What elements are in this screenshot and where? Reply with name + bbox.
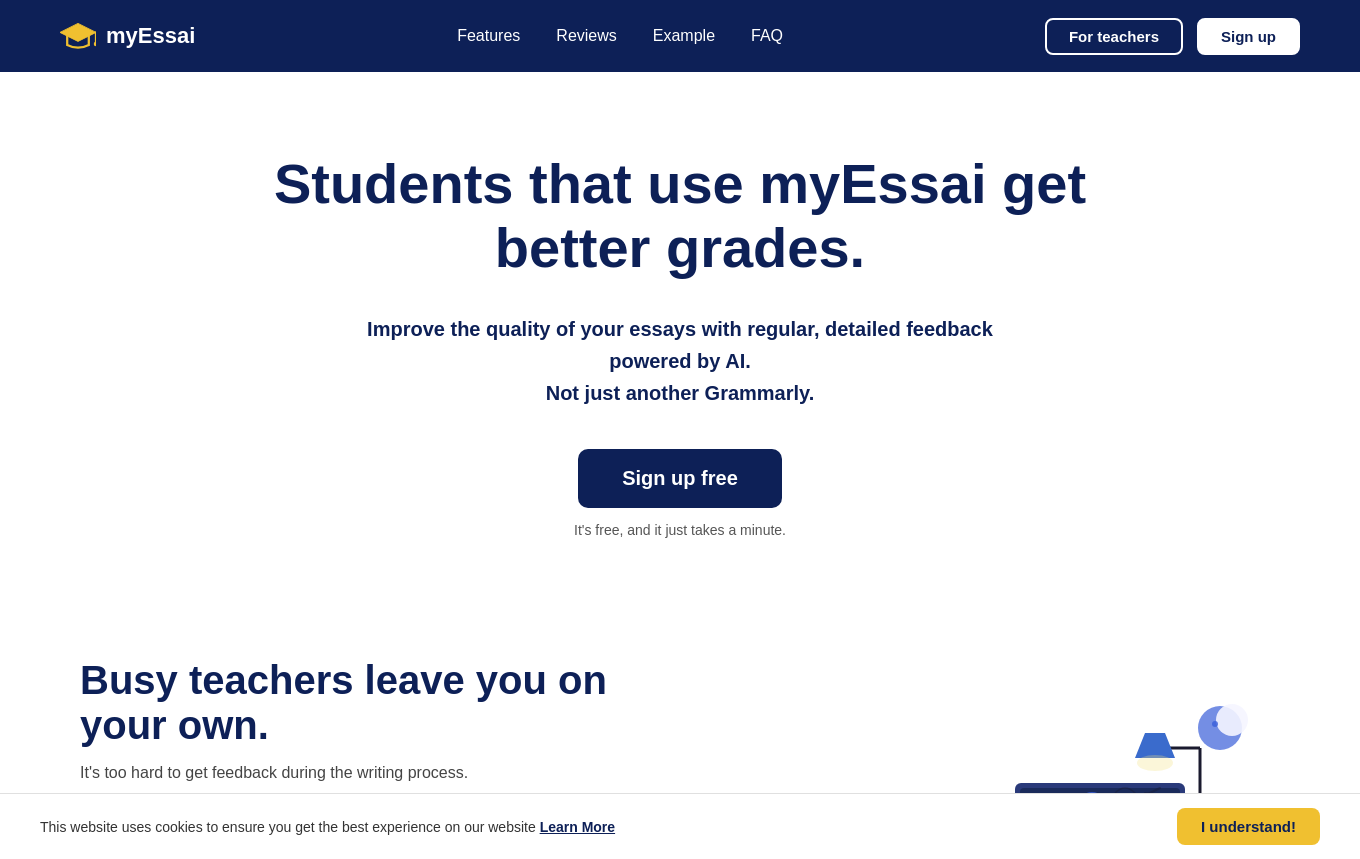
navbar: myEssai Features Reviews Example FAQ For… [0,0,1360,72]
problems-description: It's too hard to get feedback during the… [80,764,680,782]
hero-sub-line1: Improve the quality of your essays with … [367,318,993,372]
hero-cta-button[interactable]: Sign up free [578,449,782,508]
cookie-text: This website uses cookies to ensure you … [40,819,536,835]
svg-point-39 [1216,704,1248,736]
svg-point-27 [1137,755,1173,771]
svg-marker-0 [60,23,96,41]
svg-point-40 [1212,721,1218,727]
nav-links: Features Reviews Example FAQ [457,27,783,45]
logo-text: myEssai [106,23,195,49]
svg-point-2 [94,42,96,47]
cookie-learn-more-link[interactable]: Learn More [540,819,615,835]
hero-subheadline: Improve the quality of your essays with … [340,313,1020,409]
svg-marker-26 [1135,733,1175,758]
nav-reviews[interactable]: Reviews [556,27,616,45]
hero-free-note: It's free, and it just takes a minute. [20,522,1340,538]
sign-up-button[interactable]: Sign up [1197,18,1300,55]
logo[interactable]: myEssai [60,18,195,54]
nav-faq[interactable]: FAQ [751,27,783,45]
nav-example[interactable]: Example [653,27,715,45]
cookie-banner: This website uses cookies to ensure you … [0,793,1360,859]
hero-headline: Students that use myEssai get better gra… [230,152,1130,281]
logo-icon [60,18,96,54]
for-teachers-button[interactable]: For teachers [1045,18,1183,55]
cookie-accept-button[interactable]: I understand! [1177,808,1320,845]
hero-sub-line2: Not just another Grammarly. [546,382,815,404]
hero-section: Students that use myEssai get better gra… [0,72,1360,598]
nav-actions: For teachers Sign up [1045,18,1300,55]
cookie-message: This website uses cookies to ensure you … [40,819,615,835]
nav-features[interactable]: Features [457,27,520,45]
problems-heading: Busy teachers leave you on your own. [80,658,680,748]
